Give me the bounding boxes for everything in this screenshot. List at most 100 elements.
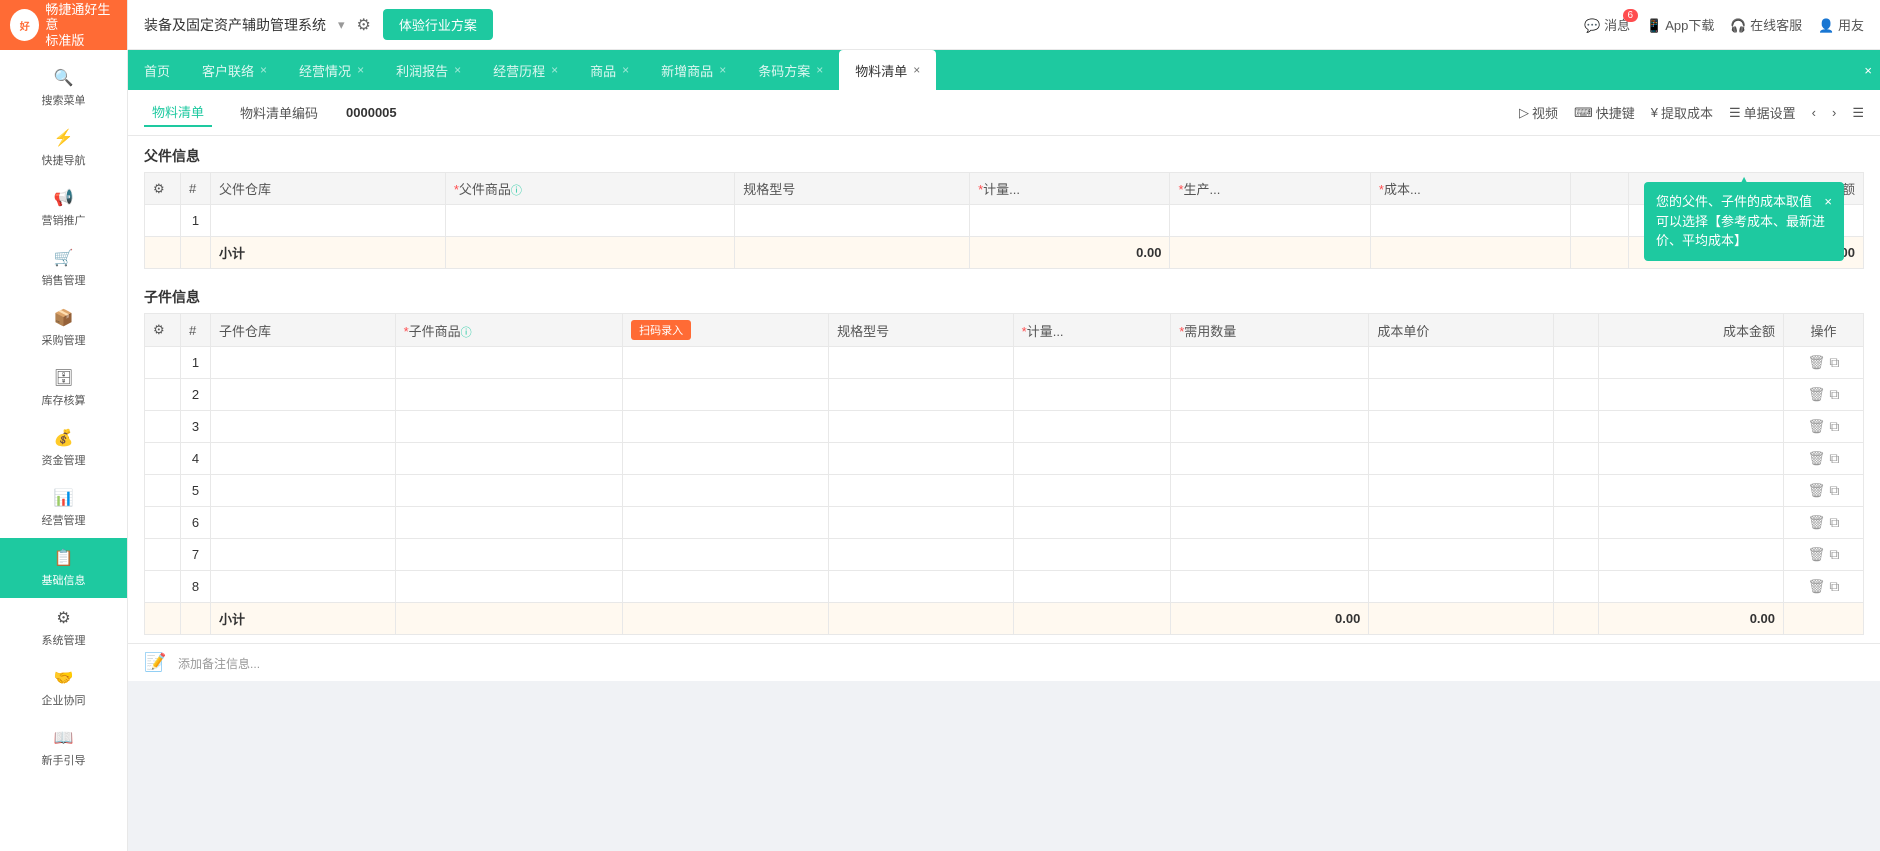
child-td-unit-cost[interactable] bbox=[1369, 539, 1554, 571]
sidebar-item-search[interactable]: 🔍搜索菜单 bbox=[0, 58, 127, 118]
copy-icon[interactable]: ⧉ bbox=[1829, 418, 1839, 435]
td-parent-product[interactable] bbox=[445, 205, 734, 237]
child-td-warehouse[interactable] bbox=[211, 475, 396, 507]
tab-close-history[interactable]: × bbox=[551, 63, 558, 77]
tab-barcode[interactable]: 条码方案 × bbox=[742, 50, 839, 90]
child-td-qty[interactable] bbox=[1171, 379, 1369, 411]
delete-icon[interactable]: 🗑 bbox=[1808, 578, 1826, 595]
sidebar-item-operations[interactable]: 📊经营管理 bbox=[0, 478, 127, 538]
sidebar-item-purchase[interactable]: 📦采购管理 bbox=[0, 298, 127, 358]
copy-icon[interactable]: ⧉ bbox=[1829, 482, 1839, 499]
delete-icon[interactable]: 🗑 bbox=[1808, 354, 1826, 371]
sidebar-item-inventory[interactable]: 🗄库存核算 bbox=[0, 358, 127, 418]
child-td-product[interactable] bbox=[395, 507, 623, 539]
gear-icon[interactable]: ⚙ bbox=[153, 181, 165, 196]
sidebar-item-marketing[interactable]: 📢营销推广 bbox=[0, 178, 127, 238]
nav-prev[interactable]: ‹ bbox=[1812, 105, 1816, 120]
td-parent-cost[interactable] bbox=[1370, 205, 1570, 237]
tab-bom[interactable]: 物料清单 × bbox=[839, 50, 936, 90]
child-td-unit-cost[interactable] bbox=[1369, 571, 1554, 603]
tab-home[interactable]: 首页 bbox=[128, 50, 186, 90]
tab-history[interactable]: 经营历程 × bbox=[477, 50, 574, 90]
child-td-qty[interactable] bbox=[1171, 443, 1369, 475]
child-td-product[interactable] bbox=[395, 411, 623, 443]
child-td-unit[interactable] bbox=[1013, 475, 1171, 507]
tab-close-operations[interactable]: × bbox=[357, 63, 364, 77]
tab-close-profit[interactable]: × bbox=[454, 63, 461, 77]
tab-close-barcode[interactable]: × bbox=[816, 63, 823, 77]
copy-icon[interactable]: ⧉ bbox=[1829, 354, 1839, 371]
sub-tab-code[interactable]: 物料清单编码 bbox=[232, 99, 326, 126]
child-td-unit[interactable] bbox=[1013, 571, 1171, 603]
tab-close-bom[interactable]: × bbox=[913, 63, 920, 77]
child-td-spec[interactable] bbox=[829, 347, 1014, 379]
sidebar-item-guide[interactable]: 📖新手引导 bbox=[0, 718, 127, 778]
copy-icon[interactable]: ⧉ bbox=[1829, 514, 1839, 531]
message-item[interactable]: 💬 消息 6 bbox=[1584, 15, 1630, 34]
child-td-unit[interactable] bbox=[1013, 539, 1171, 571]
delete-icon[interactable]: 🗑 bbox=[1808, 450, 1826, 467]
tab-operations[interactable]: 经营情况 × bbox=[283, 50, 380, 90]
action-single-settings[interactable]: ☰ 单据设置 bbox=[1729, 103, 1796, 122]
child-td-qty[interactable] bbox=[1171, 571, 1369, 603]
child-td-unit-cost[interactable] bbox=[1369, 411, 1554, 443]
delete-icon[interactable]: 🗑 bbox=[1808, 418, 1826, 435]
delete-icon[interactable]: 🗑 bbox=[1808, 386, 1826, 403]
tab-customer[interactable]: 客户联络 × bbox=[186, 50, 283, 90]
child-td-product[interactable] bbox=[395, 379, 623, 411]
action-shortcut[interactable]: ⌨ 快捷键 bbox=[1574, 103, 1635, 122]
sidebar-item-enterprise[interactable]: 🤝企业协同 bbox=[0, 658, 127, 718]
tab-goods[interactable]: 商品 × bbox=[574, 50, 645, 90]
delete-icon[interactable]: 🗑 bbox=[1808, 546, 1826, 563]
delete-icon[interactable]: 🗑 bbox=[1808, 482, 1826, 499]
tooltip-close[interactable]: × bbox=[1824, 192, 1832, 212]
child-td-spec[interactable] bbox=[829, 539, 1014, 571]
sidebar-item-system[interactable]: ⚙系统管理 bbox=[0, 598, 127, 658]
user-menu[interactable]: 👤 用友 bbox=[1818, 15, 1864, 34]
child-td-unit-cost[interactable] bbox=[1369, 379, 1554, 411]
child-td-unit[interactable] bbox=[1013, 379, 1171, 411]
online-service[interactable]: 🎧 在线客服 bbox=[1730, 15, 1802, 34]
delete-icon[interactable]: 🗑 bbox=[1808, 514, 1826, 531]
sidebar-item-sales[interactable]: 🛒销售管理 bbox=[0, 238, 127, 298]
child-td-unit[interactable] bbox=[1013, 443, 1171, 475]
app-download[interactable]: 📱 App下载 bbox=[1646, 15, 1714, 34]
child-td-product[interactable] bbox=[395, 347, 623, 379]
action-extract-cost[interactable]: ¥ 提取成本 bbox=[1651, 103, 1713, 122]
tab-close-customer[interactable]: × bbox=[260, 63, 267, 77]
child-td-spec[interactable] bbox=[829, 507, 1014, 539]
child-td-product[interactable] bbox=[395, 475, 623, 507]
nav-next[interactable]: › bbox=[1832, 105, 1836, 120]
child-td-warehouse[interactable] bbox=[211, 507, 396, 539]
child-td-warehouse[interactable] bbox=[211, 571, 396, 603]
child-td-qty[interactable] bbox=[1171, 539, 1369, 571]
tab-close-goods[interactable]: × bbox=[622, 63, 629, 77]
child-td-product[interactable] bbox=[395, 571, 623, 603]
td-parent-spec[interactable] bbox=[735, 205, 970, 237]
child-td-unit[interactable] bbox=[1013, 411, 1171, 443]
child-td-qty[interactable] bbox=[1171, 411, 1369, 443]
trial-button[interactable]: 体验行业方案 bbox=[383, 9, 493, 40]
sidebar-item-quicknav[interactable]: ⚡快捷导航 bbox=[0, 118, 127, 178]
child-td-warehouse[interactable] bbox=[211, 379, 396, 411]
copy-icon[interactable]: ⧉ bbox=[1829, 578, 1839, 595]
child-gear-icon[interactable]: ⚙ bbox=[153, 322, 165, 337]
copy-icon[interactable]: ⧉ bbox=[1829, 386, 1839, 403]
sidebar-item-basic[interactable]: 📋基础信息 bbox=[0, 538, 127, 598]
child-td-warehouse[interactable] bbox=[211, 347, 396, 379]
tab-new_goods[interactable]: 新增商品 × bbox=[645, 50, 742, 90]
child-td-qty[interactable] bbox=[1171, 507, 1369, 539]
copy-icon[interactable]: ⧉ bbox=[1829, 546, 1839, 563]
sidebar-item-finance[interactable]: 💰资金管理 bbox=[0, 418, 127, 478]
sub-tab-bom[interactable]: 物料清单 bbox=[144, 98, 212, 127]
td-parent-unit[interactable] bbox=[970, 205, 1170, 237]
child-td-spec[interactable] bbox=[829, 443, 1014, 475]
action-video[interactable]: ▷ 视频 bbox=[1519, 103, 1558, 122]
child-td-unit-cost[interactable] bbox=[1369, 347, 1554, 379]
child-td-warehouse[interactable] bbox=[211, 443, 396, 475]
child-td-spec[interactable] bbox=[829, 379, 1014, 411]
child-td-unit-cost[interactable] bbox=[1369, 507, 1554, 539]
child-td-warehouse[interactable] bbox=[211, 539, 396, 571]
child-td-unit-cost[interactable] bbox=[1369, 443, 1554, 475]
child-td-spec[interactable] bbox=[829, 571, 1014, 603]
